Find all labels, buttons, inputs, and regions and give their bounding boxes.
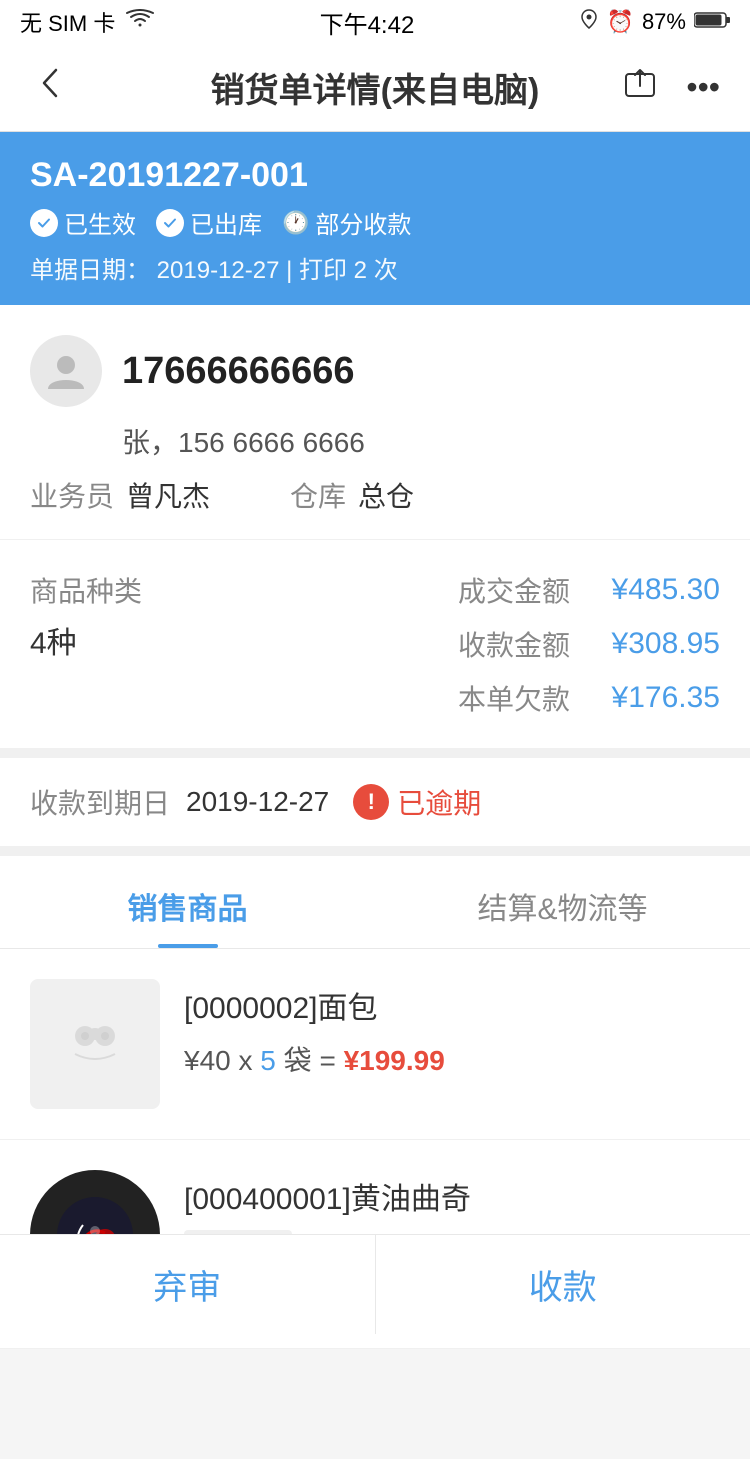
status-bar: 无 SIM 卡 下午4:42 ⏰ 87% — [0, 0, 750, 44]
status-partial-label: 部分收款 — [315, 205, 411, 240]
status-right: ⏰ 87% — [579, 8, 730, 36]
check-icon-1 — [30, 209, 58, 237]
stats-right: 成交金额 ¥485.30 收款金额 ¥308.95 本单欠款 ¥176.35 — [458, 570, 720, 718]
deal-amount-row: 成交金额 ¥485.30 — [458, 570, 720, 610]
tabs-section: 销售商品 结算&物流等 — [0, 856, 750, 949]
customer-section: 17666666666 张，156 6666 6666 业务员 曾凡杰 仓库 总… — [0, 305, 750, 540]
overdue-badge: ! 已逾期 — [353, 782, 481, 822]
status-shipped: 已出库 — [156, 205, 262, 240]
print-info: | 打印 2 次 — [286, 257, 398, 284]
sales-person-value: 曾凡杰 — [126, 475, 210, 515]
tab-sales-products[interactable]: 销售商品 — [0, 856, 375, 948]
order-date-row: 单据日期： 2019-12-27 | 打印 2 次 — [30, 250, 720, 285]
product-info-1: [0000002]面包 ¥40 x 5 袋 = ¥199.99 — [184, 979, 720, 1079]
battery-text: 87% — [642, 9, 686, 35]
page-title: 销货单详情(来自电脑) — [211, 63, 540, 112]
debt-amount-row: 本单欠款 ¥176.35 — [458, 678, 720, 718]
tab-settlement[interactable]: 结算&物流等 — [375, 856, 750, 948]
product-qty-1: 5 — [260, 1045, 276, 1076]
cancel-audit-button[interactable]: 弃审 — [0, 1235, 376, 1334]
due-date-value: 2019-12-27 — [186, 786, 329, 818]
clock-icon: 🕐 — [282, 210, 309, 236]
overdue-icon: ! — [353, 784, 389, 820]
receipt-button[interactable]: 收款 — [376, 1235, 750, 1334]
overdue-text: 已逾期 — [397, 782, 481, 822]
receipt-amount-row: 收款金额 ¥308.95 — [458, 624, 720, 664]
alarm-icon: ⏰ — [607, 9, 634, 35]
stats-left: 商品种类 4种 — [30, 570, 142, 662]
order-date-value: 2019-12-27 — [157, 257, 280, 284]
customer-meta: 业务员 曾凡杰 仓库 总仓 — [30, 475, 720, 515]
status-partial: 🕐 部分收款 — [282, 205, 411, 240]
product-name-1: [0000002]面包 — [184, 983, 720, 1027]
share-icon[interactable] — [624, 68, 656, 108]
customer-name: 张，156 6666 6666 — [122, 421, 720, 461]
stats-section: 商品种类 4种 成交金额 ¥485.30 收款金额 ¥308.95 本单欠款 ¥… — [0, 540, 750, 758]
warehouse-item: 仓库 总仓 — [290, 475, 414, 515]
status-shipped-label: 已出库 — [190, 205, 262, 240]
bottom-bar: 弃审 收款 — [0, 1234, 750, 1334]
customer-phone: 17666666666 — [122, 350, 354, 393]
receipt-amount-value: ¥308.95 — [590, 627, 720, 661]
list-item: [0000002]面包 ¥40 x 5 袋 = ¥199.99 — [0, 949, 750, 1140]
product-image-1 — [30, 979, 160, 1109]
product-total-1: ¥199.99 — [344, 1045, 445, 1076]
sales-person-label: 业务员 — [30, 475, 114, 515]
carrier-text: 无 SIM 卡 — [20, 6, 115, 38]
type-count: 4种 — [30, 618, 142, 662]
wifi-icon — [125, 9, 155, 35]
type-label: 商品种类 — [30, 570, 142, 610]
status-row: 已生效 已出库 🕐 部分收款 — [30, 205, 720, 240]
debt-amount-value: ¥176.35 — [590, 681, 720, 715]
order-id: SA-20191227-001 — [30, 156, 720, 195]
status-left: 无 SIM 卡 — [20, 6, 155, 38]
date-label: 单据日期： — [30, 257, 150, 284]
nav-bar: 销货单详情(来自电脑) ••• — [0, 44, 750, 132]
more-icon[interactable]: ••• — [686, 69, 720, 106]
status-time: 下午4:42 — [320, 5, 415, 40]
deal-amount-value: ¥485.30 — [590, 573, 720, 607]
nav-actions: ••• — [624, 68, 720, 108]
warehouse-label: 仓库 — [290, 475, 346, 515]
product-name-2: [000400001]黄油曲奇 — [184, 1174, 720, 1218]
status-effective: 已生效 — [30, 205, 136, 240]
due-label: 收款到期日 — [30, 782, 170, 822]
warehouse-value: 总仓 — [358, 475, 414, 515]
check-icon-2 — [156, 209, 184, 237]
order-header: SA-20191227-001 已生效 已出库 🕐 部分收款 单据日期： 201… — [0, 132, 750, 305]
receipt-amount-label: 收款金额 — [458, 624, 570, 664]
debt-amount-label: 本单欠款 — [458, 678, 570, 718]
customer-row: 17666666666 — [30, 335, 720, 407]
status-effective-label: 已生效 — [64, 205, 136, 240]
customer-avatar — [30, 335, 102, 407]
product-price-1: ¥40 x 5 袋 = ¥199.99 — [184, 1039, 720, 1079]
location-icon — [579, 8, 599, 36]
sales-person-item: 业务员 曾凡杰 — [30, 475, 210, 515]
deal-amount-label: 成交金额 — [458, 570, 570, 610]
back-button[interactable] — [30, 56, 70, 119]
due-section: 收款到期日 2019-12-27 ! 已逾期 — [0, 758, 750, 856]
battery-icon — [694, 9, 730, 35]
